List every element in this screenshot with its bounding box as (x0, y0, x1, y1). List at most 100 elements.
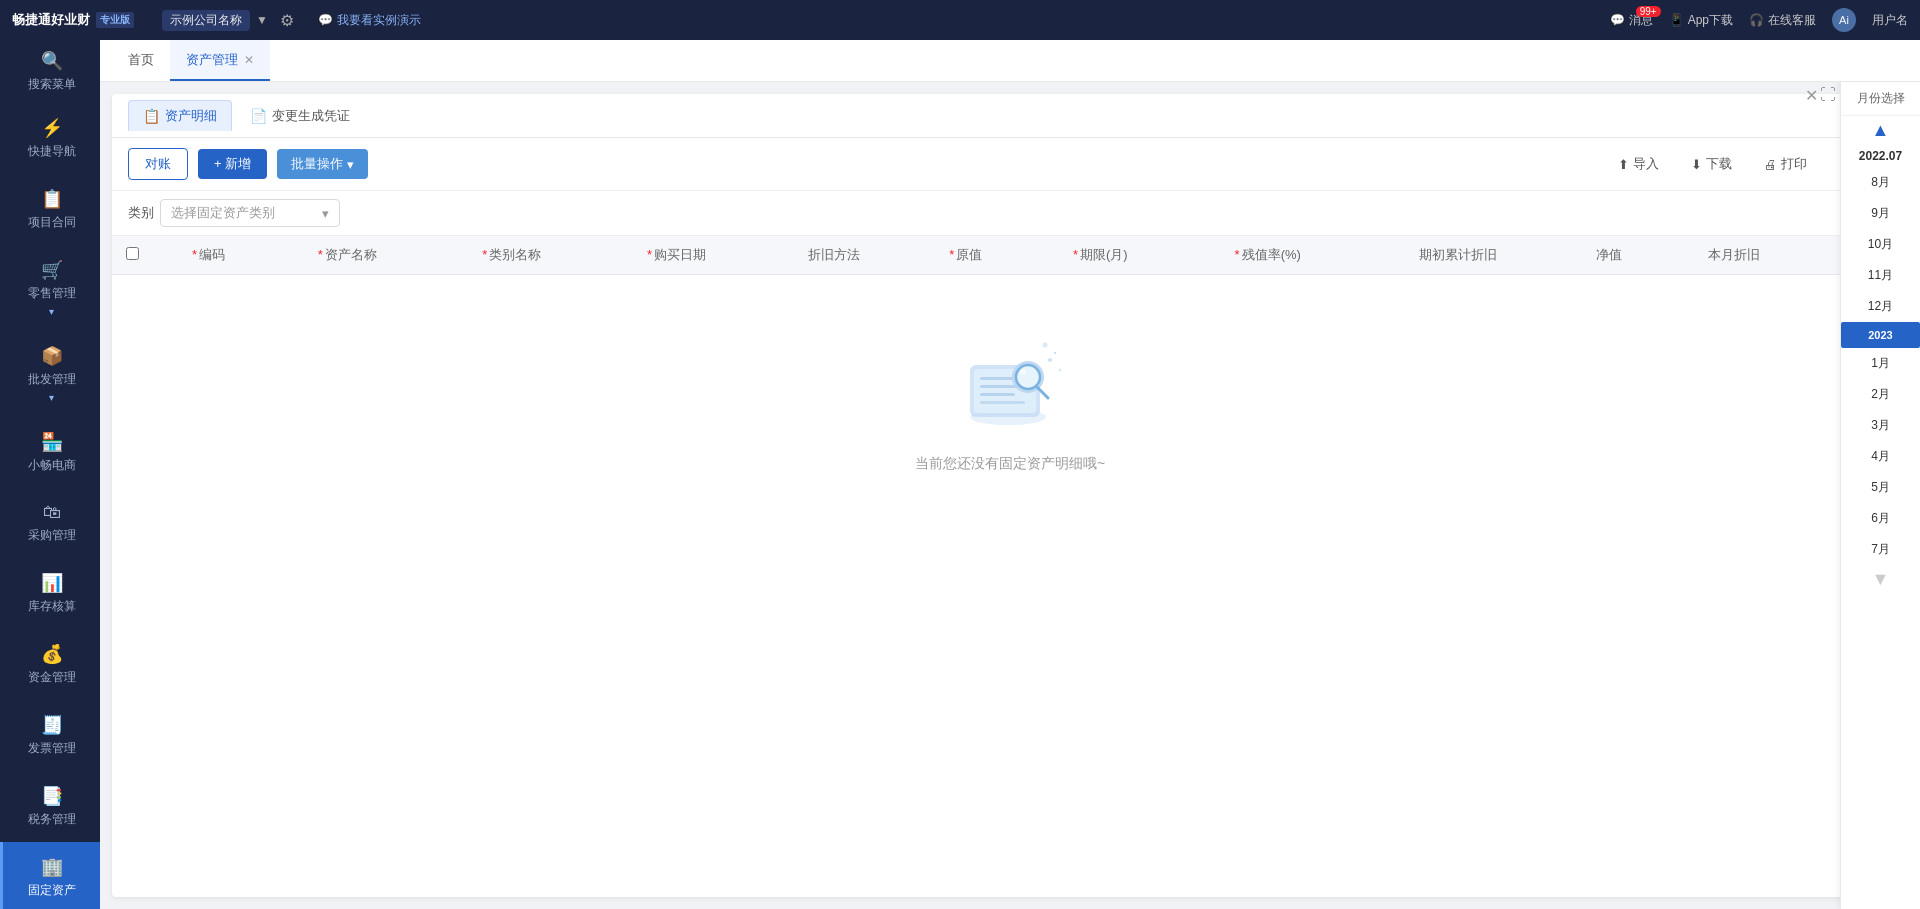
print-button[interactable]: 🖨 打印 (1752, 149, 1819, 179)
brand-name: 畅捷通好业财 (12, 11, 90, 29)
batch-arrow: ▾ (49, 392, 54, 403)
tab-close-icon[interactable]: ✕ (244, 53, 254, 67)
dropdown-icon[interactable]: ▼ (256, 13, 268, 27)
month-item-5[interactable]: 5月 (1841, 472, 1920, 503)
sidebar-item-purchase[interactable]: 🛍 采购管理 (0, 488, 100, 558)
close-panel-icon[interactable]: ✕ (1805, 86, 1818, 105)
sidebar-label-fixed: 固定资产 (28, 882, 76, 899)
month-item-9[interactable]: 9月 (1841, 198, 1920, 229)
import-label: 导入 (1633, 155, 1659, 173)
quicknav-icon: ⚡ (41, 117, 63, 139)
project-icon: 📋 (41, 188, 63, 210)
user-avatar[interactable]: Ai (1832, 8, 1856, 32)
select-all-checkbox[interactable] (126, 247, 139, 260)
expand-panel-icon[interactable]: ⛶ (1820, 86, 1836, 105)
online-service-label: 在线客服 (1768, 12, 1816, 29)
app-icon: 📱 (1669, 13, 1684, 27)
th-period: *期限(月) (1022, 236, 1178, 275)
sidebar-item-retail[interactable]: 🛒 零售管理 ▾ (0, 245, 100, 331)
tabbar: 首页 资产管理 ✕ (100, 40, 1920, 82)
sidebar-item-search[interactable]: 🔍 搜索菜单 (0, 40, 100, 103)
month-item-4[interactable]: 4月 (1841, 441, 1920, 472)
sidebar-label-finance: 资金管理 (28, 669, 76, 686)
company-selector[interactable]: 示例公司名称 ▼ (162, 10, 268, 31)
app-download-label: App下载 (1688, 12, 1733, 29)
th-residual: *残值率(%) (1178, 236, 1357, 275)
app-download-button[interactable]: 📱 App下载 (1669, 12, 1733, 29)
sidebar-label-ecom: 小畅电商 (28, 457, 76, 474)
sidebar-item-finance[interactable]: 💰 资金管理 (0, 629, 100, 700)
sub-tab-change-voucher[interactable]: 📄 变更生成凭证 (236, 101, 364, 131)
tab-home[interactable]: 首页 (112, 40, 170, 81)
category-dropdown[interactable]: 选择固定资产类别 ▾ (160, 199, 340, 227)
sidebar-item-inventory[interactable]: 📊 库存核算 (0, 558, 100, 629)
th-net-value: 净值 (1559, 236, 1658, 275)
th-accumulated: 期初累计折旧 (1357, 236, 1559, 275)
sidebar-item-tax[interactable]: 📑 税务管理 (0, 771, 100, 842)
sub-tab-asset-label: 资产明细 (165, 107, 217, 125)
month-item-8[interactable]: 8月 (1841, 167, 1920, 198)
print-label: 打印 (1781, 155, 1807, 173)
sidebar-item-quicknav[interactable]: ⚡ 快捷导航 (0, 103, 100, 174)
month-item-6[interactable]: 6月 (1841, 503, 1920, 534)
retail-icon: 🛒 (41, 259, 63, 281)
sidebar-label-project: 项目合同 (28, 214, 76, 231)
month-item-1[interactable]: 1月 (1841, 348, 1920, 379)
month-item-2[interactable]: 2月 (1841, 379, 1920, 410)
tab-asset-label: 资产管理 (186, 51, 238, 69)
reconcile-button[interactable]: 对账 (128, 148, 188, 180)
download-button[interactable]: ⬇ 下载 (1679, 149, 1744, 179)
filter-bar: 类别 选择固定资产类别 ▾ (112, 191, 1908, 236)
month-item-10[interactable]: 10月 (1841, 229, 1920, 260)
print-icon: 🖨 (1764, 157, 1777, 172)
sidebar-label-invoice: 发票管理 (28, 740, 76, 757)
month-year-2023-badge: 2023 (1841, 322, 1920, 348)
add-new-button[interactable]: + 新增 (198, 149, 267, 179)
sidebar-label-retail: 零售管理 (28, 285, 76, 302)
search-icon: 🔍 (41, 50, 63, 72)
import-button[interactable]: ⬆ 导入 (1606, 149, 1671, 179)
download-icon: ⬇ (1691, 157, 1702, 172)
message-icon: 💬 (1610, 13, 1625, 27)
th-monthly: 本月折旧 (1658, 236, 1809, 275)
month-picker-up[interactable]: ▲ (1868, 116, 1894, 145)
content-area: 首页 资产管理 ✕ 📋 资产明细 📄 变更生成凭证 (100, 40, 1920, 909)
asset-table: *编码 *资产名称 *类别名称 *购买日期 折旧方法 *原值 *期限(月) *残… (112, 236, 1908, 275)
sidebar-item-project[interactable]: 📋 项目合同 (0, 174, 100, 245)
batch-ops-label: 批量操作 (291, 155, 343, 173)
month-item-7[interactable]: 7月 (1841, 534, 1920, 565)
month-item-11[interactable]: 11月 (1841, 260, 1920, 291)
batch-ops-button[interactable]: 批量操作 ▾ (277, 149, 368, 179)
sidebar-item-fixed[interactable]: 🏢 固定资产 (0, 842, 100, 909)
invoice-icon: 🧾 (41, 714, 63, 736)
sidebar-item-batch[interactable]: 📦 批发管理 ▾ (0, 331, 100, 417)
demo-text: 我要看实例演示 (337, 12, 421, 29)
batch-icon: 📦 (41, 345, 63, 367)
sidebar-label-tax: 税务管理 (28, 811, 76, 828)
svg-point-15 (1043, 343, 1048, 348)
demo-link[interactable]: 💬 我要看实例演示 (318, 12, 421, 29)
batch-dropdown-icon: ▾ (347, 157, 354, 172)
tab-asset-mgmt[interactable]: 资产管理 ✕ (170, 40, 270, 81)
th-name: *资产名称 (265, 236, 430, 275)
th-original-value: *原值 (909, 236, 1022, 275)
month-item-3[interactable]: 3月 (1841, 410, 1920, 441)
empty-text: 当前您还没有固定资产明细哦~ (915, 455, 1105, 473)
sub-tabs: 📋 资产明细 📄 变更生成凭证 (112, 94, 1908, 138)
tax-icon: 📑 (41, 785, 63, 807)
purchase-icon: 🛍 (43, 502, 61, 523)
sidebar-item-invoice[interactable]: 🧾 发票管理 (0, 700, 100, 771)
brand-sub: 专业版 (96, 12, 134, 28)
month-picker-down[interactable]: ▼ (1868, 565, 1894, 594)
settings-icon[interactable]: ⚙ (280, 11, 294, 30)
month-picker-title: 月份选择 (1841, 82, 1920, 116)
sidebar-item-ecom[interactable]: 🏪 小畅电商 (0, 417, 100, 488)
th-depreciation-method: 折旧方法 (759, 236, 910, 275)
month-item-12[interactable]: 12月 (1841, 291, 1920, 322)
svg-point-10 (1020, 369, 1026, 375)
svg-point-13 (1059, 369, 1062, 372)
th-category: *类别名称 (430, 236, 595, 275)
online-service-button[interactable]: 🎧 在线客服 (1749, 12, 1816, 29)
message-button[interactable]: 💬 消息 99+ (1610, 12, 1653, 29)
sub-tab-asset-detail[interactable]: 📋 资产明细 (128, 100, 232, 131)
